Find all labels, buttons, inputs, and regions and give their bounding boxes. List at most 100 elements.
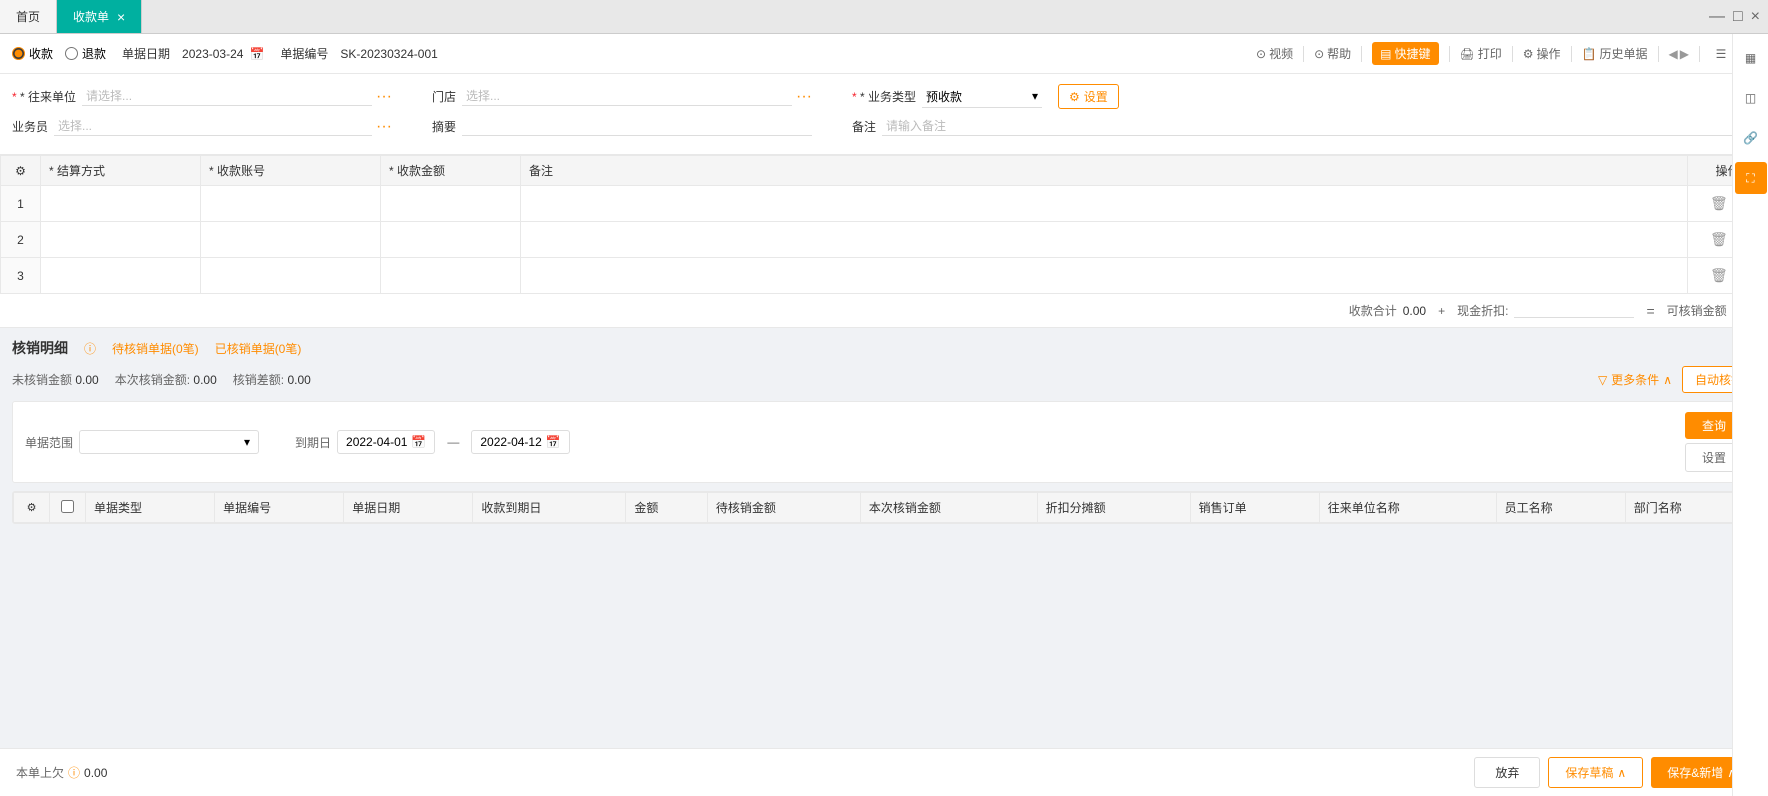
history-icon: 📋	[1582, 47, 1597, 61]
pending-tab[interactable]: 待核销单据(0笔)	[112, 340, 199, 357]
settlement-cell-2[interactable]	[41, 222, 201, 258]
prev-icon[interactable]: ◀	[1669, 47, 1678, 61]
settlement-cell-3[interactable]	[41, 258, 201, 294]
vt-col-sales: 销售订单	[1190, 493, 1319, 523]
divider3	[1449, 46, 1450, 62]
radio-receipt[interactable]: 收款	[12, 45, 53, 62]
delete-btn-3[interactable]: 🗑	[1708, 265, 1730, 286]
tab-home-label: 首页	[16, 8, 40, 25]
sidebar-doc-icon[interactable]: ◫	[1735, 82, 1767, 114]
verify-header: 核销明细 ⓘ 待核销单据(0笔) 已核销单据(0笔)	[12, 338, 1756, 358]
due-date-to[interactable]: 2022-04-12 📅	[471, 430, 569, 454]
sidebar-link-icon[interactable]: 🔗	[1735, 122, 1767, 154]
remark-field: 备注	[852, 117, 1756, 136]
nav-arrows: ◀ ▶	[1669, 47, 1689, 61]
employee-more-icon[interactable]: ···	[376, 119, 392, 135]
calendar-icon3: 📅	[546, 435, 561, 449]
divider6	[1658, 46, 1659, 62]
row-num-2: 2	[1, 222, 41, 258]
receipt-type-group: 收款 退款	[12, 45, 106, 62]
due-date-from[interactable]: 2022-04-01 📅	[337, 430, 435, 454]
summary-input[interactable]	[462, 117, 812, 136]
party-input[interactable]	[82, 87, 372, 106]
done-tab[interactable]: 已核销单据(0笔)	[215, 340, 302, 357]
delete-btn-2[interactable]: 🗑	[1708, 229, 1730, 250]
save-draft-button[interactable]: 保存草稿 ∧	[1548, 757, 1643, 788]
help-btn[interactable]: ⊙ 帮助	[1314, 45, 1351, 62]
vt-col-due: 收款到期日	[473, 493, 626, 523]
discard-button[interactable]: 放弃	[1474, 757, 1540, 788]
divider7	[1699, 46, 1700, 62]
remark-input[interactable]	[882, 117, 1756, 136]
window-maximize-icon[interactable]: □	[1733, 8, 1743, 26]
window-close-icon[interactable]: ×	[1751, 8, 1760, 26]
tab-close-icon[interactable]: ×	[117, 9, 125, 25]
summary-row: 收款合计 0.00 + 现金折扣: = 可核销金额 0.00	[0, 294, 1768, 328]
party-more-icon[interactable]: ···	[376, 89, 392, 105]
tab-home[interactable]: 首页	[0, 0, 57, 33]
ops-icon: ⚙	[1523, 47, 1534, 61]
keyboard-icon: ▤	[1380, 47, 1391, 61]
vt-col-settings[interactable]: ⚙	[14, 493, 50, 523]
calendar-icon[interactable]: 📅	[249, 47, 264, 61]
shortcut-btn[interactable]: ▤ 快捷键	[1372, 42, 1438, 65]
delete-btn-1[interactable]: 🗑	[1708, 193, 1730, 214]
chevron-down-icon[interactable]: ▾	[1032, 89, 1038, 103]
total-item: 收款合计 0.00	[1349, 302, 1426, 319]
verify-section: 核销明细 ⓘ 待核销单据(0笔) 已核销单据(0笔) 未核销金额 0.00 本次…	[0, 328, 1768, 748]
summary-field: 摘要	[432, 117, 812, 136]
footer-actions: 放弃 保存草稿 ∧ 保存&新增 ∧	[1474, 757, 1752, 788]
account-cell-2[interactable]	[201, 222, 381, 258]
biz-type-value: 预收款	[926, 88, 1028, 105]
ops-btn[interactable]: ⚙ 操作	[1523, 45, 1561, 62]
setting-button[interactable]: ⚙ 设置	[1058, 84, 1119, 109]
window-minimize-icon[interactable]: —	[1709, 8, 1725, 26]
vt-col-check[interactable]	[50, 493, 86, 523]
diff-stat: 核销差额: 0.00	[233, 371, 311, 388]
info-icon2[interactable]: ⓘ	[68, 764, 80, 781]
account-cell-1[interactable]	[201, 186, 381, 222]
amount-cell-2[interactable]	[381, 222, 521, 258]
amount-cell-3[interactable]	[381, 258, 521, 294]
store-field: 门店 ···	[432, 87, 812, 106]
radio-refund[interactable]: 退款	[65, 45, 106, 62]
account-cell-3[interactable]	[201, 258, 381, 294]
print-btn[interactable]: 🖨 打印	[1460, 45, 1502, 62]
gear-icon: ⚙	[1069, 90, 1080, 104]
employee-input[interactable]	[54, 117, 372, 136]
info-icon[interactable]: ⓘ	[84, 340, 96, 357]
more-conditions-btn[interactable]: ▽ 更多条件 ∧	[1598, 371, 1672, 388]
video-btn[interactable]: ⊙ 视频	[1256, 45, 1293, 62]
sidebar-expand-icon[interactable]: ⛶	[1735, 162, 1767, 194]
divider4	[1512, 46, 1513, 62]
next-icon[interactable]: ▶	[1680, 47, 1689, 61]
form-row-1: * 往来单位 ··· 门店 ··· * 业务类型 预收款 ▾ ⚙	[12, 84, 1756, 109]
tab-receipt[interactable]: 收款单 ×	[57, 0, 142, 33]
remark-cell-2[interactable]	[521, 222, 1688, 258]
vt-col-date: 单据日期	[344, 493, 473, 523]
store-input[interactable]	[462, 87, 792, 106]
amount-cell-1[interactable]	[381, 186, 521, 222]
toolbar-actions: ⊙ 视频 ⊙ 帮助 ▤ 快捷键 🖨 打印 ⚙ 操作	[1256, 42, 1756, 65]
remark-cell-3[interactable]	[521, 258, 1688, 294]
settlement-cell-1[interactable]	[41, 186, 201, 222]
discount-input[interactable]	[1514, 303, 1634, 318]
list-view-icon[interactable]: ☰	[1710, 43, 1732, 65]
form-area: * 往来单位 ··· 门店 ··· * 业务类型 预收款 ▾ ⚙	[0, 74, 1768, 155]
tab-receipt-label: 收款单	[73, 8, 109, 25]
col-settings-header[interactable]: ⚙	[1, 156, 41, 186]
tab-bar: 首页 收款单 × — □ ×	[0, 0, 1768, 34]
store-more-icon[interactable]: ···	[796, 89, 812, 105]
summary-label: 摘要	[432, 118, 456, 135]
col-settlement-header: * 结算方式	[41, 156, 201, 186]
doc-range-select[interactable]: ▾	[79, 430, 259, 454]
table-row: 2 🗑 ⧉	[1, 222, 1768, 258]
doc-date-field: 单据日期 2023-03-24 📅	[122, 45, 264, 62]
history-btn[interactable]: 📋 历史单据	[1582, 45, 1648, 62]
table-row: 1 🗑 ⧉	[1, 186, 1768, 222]
sidebar-table-icon[interactable]: ▦	[1735, 42, 1767, 74]
remark-cell-1[interactable]	[521, 186, 1688, 222]
biz-type-field: * 业务类型 预收款 ▾ ⚙ 设置	[852, 84, 1119, 109]
vt-col-amount: 金额	[626, 493, 707, 523]
vt-col-num: 单据编号	[215, 493, 344, 523]
